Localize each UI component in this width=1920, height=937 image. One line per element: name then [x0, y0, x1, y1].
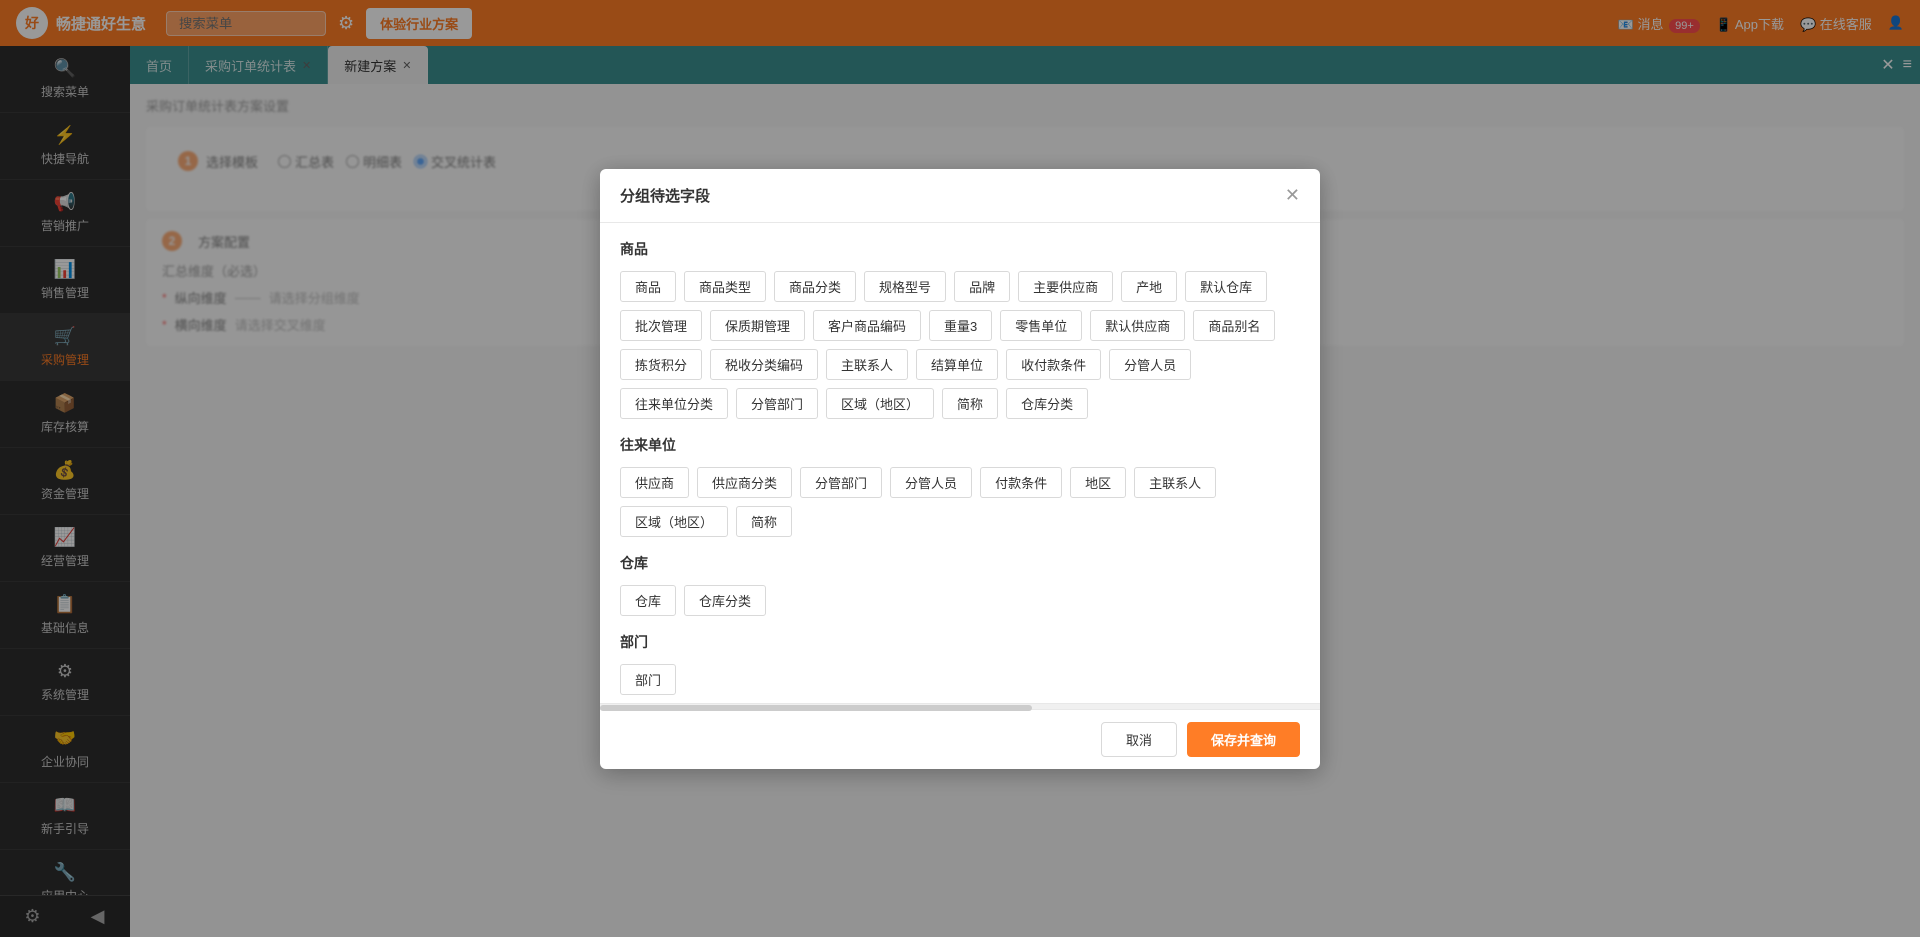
- tag-main-supplier[interactable]: 主要供应商: [1018, 271, 1113, 302]
- tag-supplier-category[interactable]: 供应商分类: [697, 467, 792, 498]
- tag-pick-points[interactable]: 拣货积分: [620, 349, 702, 380]
- tag-warehouse-cat[interactable]: 仓库分类: [1006, 388, 1088, 419]
- tag-supplier[interactable]: 供应商: [620, 467, 689, 498]
- tag-supervisor[interactable]: 分管人员: [1109, 349, 1191, 380]
- tag-retail-unit[interactable]: 零售单位: [1000, 310, 1082, 341]
- tag-product-category[interactable]: 商品分类: [774, 271, 856, 302]
- dialog-body[interactable]: 商品 商品 商品类型 商品分类 规格型号 品牌 主要供应商 产地 默认仓库 批次…: [600, 223, 1320, 703]
- tag-warehouse-category[interactable]: 仓库分类: [684, 585, 766, 616]
- product-tags: 商品 商品类型 商品分类 规格型号 品牌 主要供应商 产地 默认仓库 批次管理 …: [620, 271, 1300, 419]
- tag-dept-manage[interactable]: 分管部门: [800, 467, 882, 498]
- partner-tags: 供应商 供应商分类 分管部门 分管人员 付款条件 地区 主联系人 区域（地区） …: [620, 467, 1300, 537]
- dialog-title: 分组待选字段: [620, 185, 710, 206]
- tag-warehouse[interactable]: 仓库: [620, 585, 676, 616]
- tag-customer-code[interactable]: 客户商品编码: [813, 310, 921, 341]
- tag-person-manage[interactable]: 分管人员: [890, 467, 972, 498]
- tag-main-contact[interactable]: 主联系人: [826, 349, 908, 380]
- dialog-close-button[interactable]: ✕: [1285, 185, 1300, 206]
- tag-manage-dept[interactable]: 分管部门: [736, 388, 818, 419]
- field-select-dialog: 分组待选字段 ✕ 商品 商品 商品类型 商品分类 规格型号 品牌 主要供应商 产…: [600, 169, 1320, 769]
- tag-settlement-unit[interactable]: 结算单位: [916, 349, 998, 380]
- dialog-header: 分组待选字段 ✕: [600, 169, 1320, 223]
- tag-shelf-life[interactable]: 保质期管理: [710, 310, 805, 341]
- tag-product-alias[interactable]: 商品别名: [1193, 310, 1275, 341]
- save-query-button[interactable]: 保存并查询: [1187, 722, 1300, 757]
- modal-overlay: 分组待选字段 ✕ 商品 商品 商品类型 商品分类 规格型号 品牌 主要供应商 产…: [0, 0, 1920, 937]
- tag-brand[interactable]: 品牌: [954, 271, 1010, 302]
- tag-payment-cond[interactable]: 付款条件: [980, 467, 1062, 498]
- cancel-button[interactable]: 取消: [1101, 722, 1177, 757]
- tag-unit-category[interactable]: 往来单位分类: [620, 388, 728, 419]
- section-dept-title: 部门: [620, 632, 1300, 652]
- tag-batch-mgmt[interactable]: 批次管理: [620, 310, 702, 341]
- tag-weight3[interactable]: 重量3: [929, 310, 992, 341]
- section-partner-title: 往来单位: [620, 435, 1300, 455]
- tag-origin[interactable]: 产地: [1121, 271, 1177, 302]
- tag-product[interactable]: 商品: [620, 271, 676, 302]
- tag-payment-terms[interactable]: 收付款条件: [1006, 349, 1101, 380]
- tag-main-contact2[interactable]: 主联系人: [1134, 467, 1216, 498]
- warehouse-tags: 仓库 仓库分类: [620, 585, 1300, 616]
- section-product-title: 商品: [620, 239, 1300, 259]
- tag-area[interactable]: 地区: [1070, 467, 1126, 498]
- scrollbar-thumb: [600, 705, 1032, 711]
- dialog-footer: 取消 保存并查询: [600, 709, 1320, 769]
- section-warehouse-title: 仓库: [620, 553, 1300, 573]
- horizontal-scrollbar[interactable]: [600, 703, 1320, 709]
- tag-product-type[interactable]: 商品类型: [684, 271, 766, 302]
- dept-tags: 部门: [620, 664, 1300, 695]
- tag-default-warehouse[interactable]: 默认仓库: [1185, 271, 1267, 302]
- tag-region-product[interactable]: 区域（地区）: [826, 388, 934, 419]
- tag-region-partner[interactable]: 区域（地区）: [620, 506, 728, 537]
- tag-dept[interactable]: 部门: [620, 664, 676, 695]
- tag-spec-model[interactable]: 规格型号: [864, 271, 946, 302]
- tag-short-name2[interactable]: 简称: [736, 506, 792, 537]
- tag-short-name[interactable]: 简称: [942, 388, 998, 419]
- tag-default-supplier[interactable]: 默认供应商: [1090, 310, 1185, 341]
- tag-tax-code[interactable]: 税收分类编码: [710, 349, 818, 380]
